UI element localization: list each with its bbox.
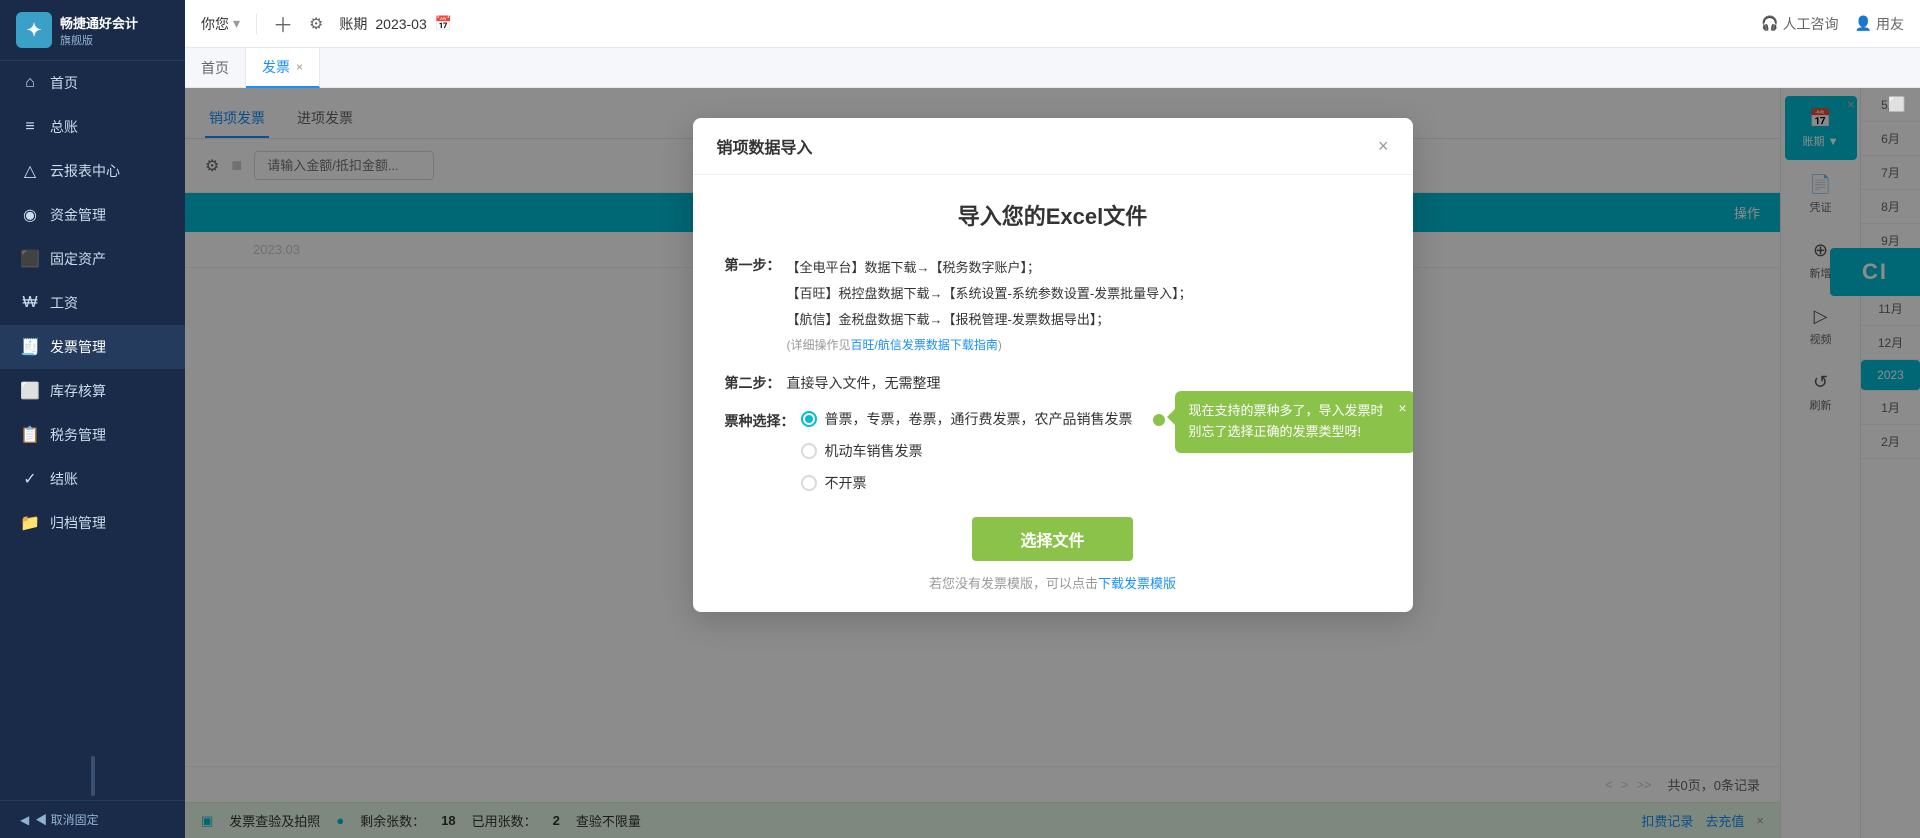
sidebar-item-inventory[interactable]: ⬜ 库存核算 bbox=[0, 369, 185, 413]
modal-footer-note: 若您没有发票模版，可以点击下载发票模版 bbox=[725, 573, 1381, 592]
step1-guide-link[interactable]: 百旺/航信发票数据下载指南 bbox=[851, 338, 998, 352]
salary-icon: ₩ bbox=[20, 294, 40, 312]
modal-body: 导入您的Excel文件 第一步： 【全电平台】数据下载→【税务数字账户】； 【百… bbox=[693, 175, 1413, 612]
tooltip-bubble: 现在支持的票种多了，导入发票时别忘了选择正确的发票类型呀! × bbox=[1175, 391, 1413, 453]
sidebar-bottom[interactable]: ◀ ◀ 取消固定 bbox=[0, 800, 185, 838]
sidebar-item-archive[interactable]: 📁 归档管理 bbox=[0, 501, 185, 545]
radio-label-1: 普票，专票，卷票，通行费发票，农产品销售发票 bbox=[825, 409, 1133, 429]
home-icon: ⌂ bbox=[20, 74, 40, 92]
company-selector[interactable]: 你您 ▾ bbox=[201, 14, 240, 34]
sidebar-item-fund[interactable]: ◉ 资金管理 bbox=[0, 193, 185, 237]
step2-content: 直接导入文件，无需整理 bbox=[787, 373, 941, 393]
invoice-icon: 🧾 bbox=[20, 337, 40, 357]
ticket-section: 票种选择： 普票，专票，卷票，通行费发票，农产品销售发票 bbox=[725, 409, 1381, 493]
sidebar-item-home[interactable]: ⌂ 首页 bbox=[0, 61, 185, 105]
close-accounts-icon: ✓ bbox=[20, 469, 40, 489]
sidebar-item-close[interactable]: ✓ 结账 bbox=[0, 457, 185, 501]
report-icon: △ bbox=[20, 161, 40, 181]
modal-title: 销项数据导入 bbox=[717, 134, 813, 158]
step1-section: 第一步： 【全电平台】数据下载→【税务数字账户】； 【百旺】税控盘数据下载→【系… bbox=[725, 255, 1381, 357]
radio-circle-3 bbox=[801, 475, 817, 491]
modal-close-button[interactable]: × bbox=[1378, 136, 1389, 157]
sidebar-scroll[interactable]: ⌂ 首页 ≡ 总账 △ 云报表中心 ◉ 资金管理 ⬛ 固定资产 ₩ 工资 bbox=[0, 61, 185, 752]
tooltip-arrow bbox=[1167, 409, 1175, 425]
radio-dot-1 bbox=[805, 415, 813, 423]
sidebar-logo: ✦ 畅捷通好会计 旗舰版 bbox=[0, 0, 185, 61]
logo-text: 畅捷通好会计 旗舰版 bbox=[60, 13, 138, 48]
step2-label: 第二步： bbox=[725, 373, 781, 393]
modal-header: 销项数据导入 × bbox=[693, 118, 1413, 175]
download-template-link[interactable]: 下载发票模版 bbox=[1098, 576, 1176, 591]
period-display: 账期 2023-03 📅 bbox=[339, 14, 452, 34]
step1-line1: 【全电平台】数据下载→【税务数字账户】； bbox=[787, 255, 1192, 281]
step1-label: 第一步： bbox=[725, 255, 781, 275]
sidebar-item-assets[interactable]: ⬛ 固定资产 bbox=[0, 237, 185, 281]
step1-line3: 【航信】金税盘数据下载→【报税管理-发票数据导出】； bbox=[787, 307, 1192, 333]
step2-section: 第二步： 直接导入文件，无需整理 bbox=[725, 373, 1381, 393]
content-area: 销项发票 进项发票 ⚙ ■ 抵扣金额 bbox=[185, 88, 1920, 838]
topbar-right: 🎧 人工咨询 👤 用友 bbox=[1761, 14, 1904, 34]
tab-close-icon[interactable]: × bbox=[296, 60, 303, 74]
sidebar-item-tax[interactable]: 📋 税务管理 bbox=[0, 413, 185, 457]
sidebar-item-report[interactable]: △ 云报表中心 bbox=[0, 149, 185, 193]
step1-link-wrapper: (详细操作见百旺/航信发票数据下载指南) bbox=[787, 333, 1192, 357]
assets-icon: ⬛ bbox=[20, 249, 40, 269]
window-controls: × ⬜ bbox=[1828, 88, 1920, 120]
tab-invoice[interactable]: 发票 × bbox=[246, 48, 320, 88]
radio-circle-2 bbox=[801, 443, 817, 459]
headset-icon: 🎧 bbox=[1761, 15, 1778, 32]
radio-option-3[interactable]: 不开票 bbox=[801, 473, 1381, 493]
modal: 销项数据导入 × 导入您的Excel文件 第一步： 【全电平台】数据下载→【税务… bbox=[693, 118, 1413, 612]
tab-home[interactable]: 首页 bbox=[185, 48, 246, 88]
tooltip-close-icon[interactable]: × bbox=[1398, 397, 1406, 419]
unpin-icon: ◀ bbox=[20, 813, 29, 827]
archive-icon: 📁 bbox=[20, 513, 40, 533]
sidebar: ✦ 畅捷通好会计 旗舰版 ⌂ 首页 ≡ 总账 △ 云报表中心 ◉ 资金管理 bbox=[0, 0, 185, 838]
tooltip-wrapper: 现在支持的票种多了，导入发票时别忘了选择正确的发票类型呀! × bbox=[1153, 411, 1165, 427]
topbar: 你您 ▾ ＋ ⚙ 账期 2023-03 📅 🎧 人工咨询 👤 用友 bbox=[185, 0, 1920, 48]
window-maximize-btn[interactable]: ⬜ bbox=[1874, 88, 1920, 120]
step1-line2: 【百旺】税控盘数据下载→【系统设置-系统参数设置-发票批量导入】； bbox=[787, 281, 1192, 307]
user-menu[interactable]: 👤 用友 bbox=[1855, 14, 1904, 34]
modal-overlay[interactable]: 销项数据导入 × 导入您的Excel文件 第一步： 【全电平台】数据下载→【税务… bbox=[185, 88, 1920, 838]
main-area: 你您 ▾ ＋ ⚙ 账期 2023-03 📅 🎧 人工咨询 👤 用友 bbox=[185, 0, 1920, 838]
tooltip-line: 现在支持的票种多了，导入发票时别忘了选择正确的发票类型呀! bbox=[1189, 403, 1384, 439]
radio-option-1[interactable]: 普票，专票，卷票，通行费发票，农产品销售发票 现在支持的票种多了，导入发票时别忘… bbox=[801, 409, 1381, 429]
ticket-label: 票种选择： bbox=[725, 411, 795, 431]
sidebar-item-salary[interactable]: ₩ 工资 bbox=[0, 281, 185, 325]
modal-main-title: 导入您的Excel文件 bbox=[725, 199, 1381, 231]
inventory-icon: ⬜ bbox=[20, 381, 40, 401]
tax-icon: 📋 bbox=[20, 425, 40, 445]
radio-label-2: 机动车销售发票 bbox=[825, 441, 923, 461]
user-icon: 👤 bbox=[1855, 15, 1872, 32]
tooltip-dot bbox=[1153, 414, 1165, 426]
dropdown-icon: ▾ bbox=[233, 15, 240, 32]
sidebar-item-invoice[interactable]: 🧾 发票管理 bbox=[0, 325, 185, 369]
ledger-icon: ≡ bbox=[20, 118, 40, 136]
modal-footer: 选择文件 bbox=[725, 517, 1381, 561]
radio-circle-1 bbox=[801, 411, 817, 427]
sidebar-item-ledger[interactable]: ≡ 总账 bbox=[0, 105, 185, 149]
calendar-icon: 📅 bbox=[435, 15, 452, 32]
add-button[interactable]: ＋ bbox=[273, 9, 293, 38]
select-file-button[interactable]: 选择文件 bbox=[972, 517, 1132, 561]
logo-icon: ✦ bbox=[16, 12, 52, 48]
consult-button[interactable]: 🎧 人工咨询 bbox=[1761, 14, 1838, 34]
fund-icon: ◉ bbox=[20, 205, 40, 225]
tabbar: 首页 发票 × bbox=[185, 48, 1920, 88]
topbar-divider bbox=[256, 14, 257, 34]
settings-button[interactable]: ⚙ bbox=[309, 14, 323, 34]
window-close-btn[interactable]: × bbox=[1828, 88, 1874, 120]
radio-label-3: 不开票 bbox=[825, 473, 867, 493]
